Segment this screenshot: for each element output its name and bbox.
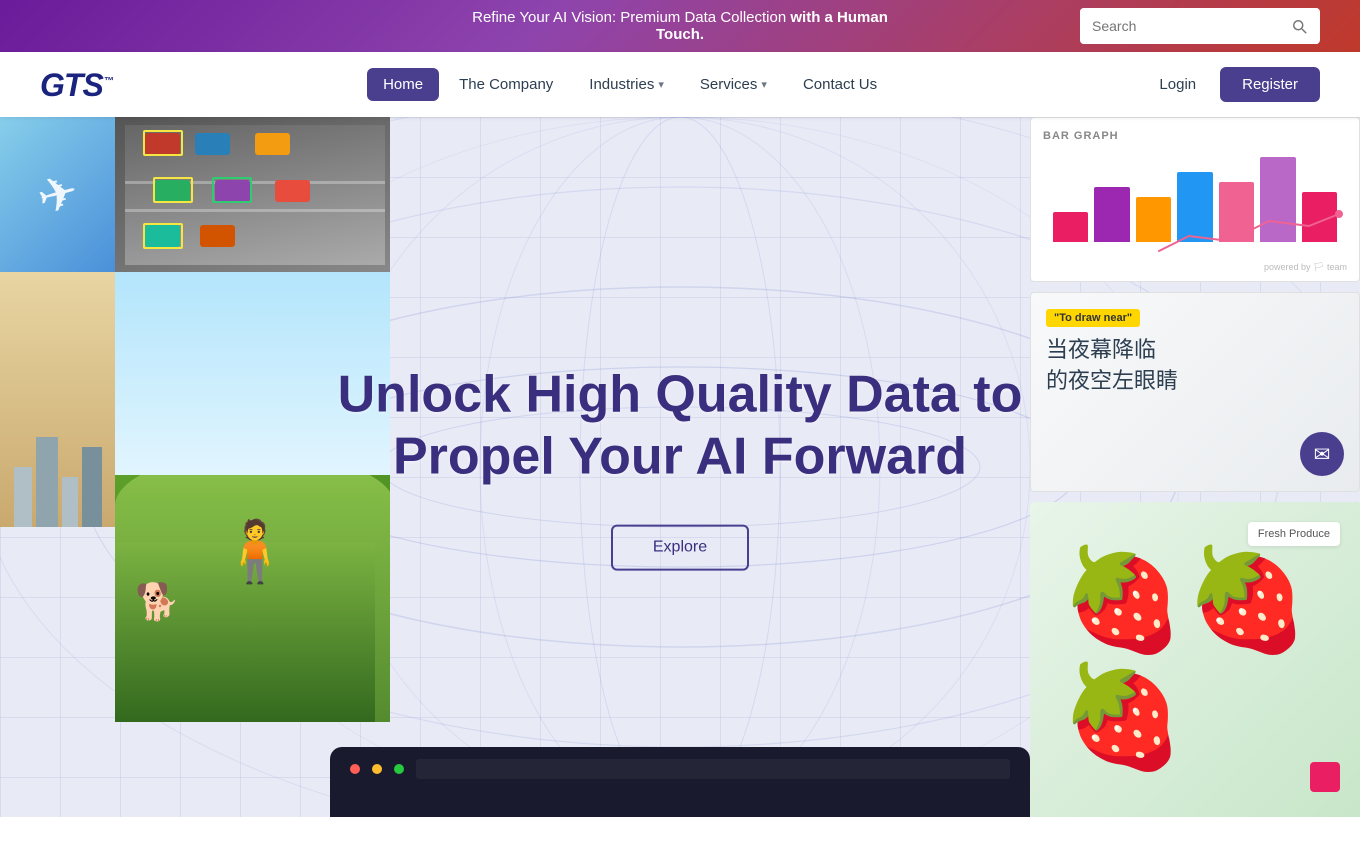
color-chip <box>1310 762 1340 792</box>
dot-yellow <box>372 764 382 774</box>
industries-chevron-icon: ▾ <box>658 78 664 91</box>
strawberry-panel: 🍓🍓🍓 Fresh Produce <box>1030 502 1360 817</box>
search-input[interactable] <box>1080 8 1280 44</box>
airplane-panel: ✈ <box>0 117 115 272</box>
nav-links: Home The Company Industries ▾ Services ▾… <box>367 68 893 101</box>
nav-item-contact-us[interactable]: Contact Us <box>787 68 893 101</box>
register-button[interactable]: Register <box>1220 67 1320 102</box>
dot-green <box>394 764 404 774</box>
dog-outline: 🐕 <box>135 581 180 623</box>
trend-line <box>1149 206 1349 261</box>
chart-panel: BAR GRAPH powered by 🏳 team <box>1030 117 1360 282</box>
nav-item-industries[interactable]: Industries ▾ <box>573 68 680 101</box>
logo-text: GTS™ <box>40 69 113 101</box>
nav-item-home[interactable]: Home <box>367 68 439 101</box>
explore-button[interactable]: Explore <box>611 524 749 570</box>
translation-chinese: 当夜幕降临 的夜空左眼睛 <box>1046 335 1344 397</box>
services-chevron-icon: ▾ <box>761 78 767 91</box>
city-panel <box>0 272 115 527</box>
traffic-panel <box>115 117 390 272</box>
translation-badge: "To draw near" <box>1046 309 1140 327</box>
bottom-strip <box>330 747 1030 817</box>
bottom-strip-inner <box>330 747 1030 791</box>
nav-item-services[interactable]: Services ▾ <box>684 68 783 101</box>
navbar: GTS™ Home The Company Industries ▾ Servi… <box>0 52 1360 117</box>
bar-2 <box>1094 187 1129 242</box>
bar-1 <box>1053 212 1088 242</box>
top-bar-message: Refine Your AI Vision: Premium Data Coll… <box>467 9 894 43</box>
search-button[interactable] <box>1280 8 1318 44</box>
search-container <box>1080 8 1320 44</box>
strip-bar <box>416 759 1010 779</box>
search-icon <box>1290 17 1308 35</box>
top-bar: Refine Your AI Vision: Premium Data Coll… <box>0 0 1360 52</box>
hero-content: Unlock High Quality Data to Propel Your … <box>320 364 1040 571</box>
dot-red <box>350 764 360 774</box>
traffic-scene <box>115 117 390 272</box>
strawberry-icon: 🍓🍓🍓 <box>1060 542 1360 776</box>
logo[interactable]: GTS™ <box>40 69 113 101</box>
strawberry-label: Fresh Produce <box>1248 522 1340 546</box>
right-collage: BAR GRAPH powered by 🏳 team "To draw nea… <box>1030 117 1360 817</box>
logo-tm: ™ <box>104 76 113 87</box>
chat-icon[interactable]: ✉ <box>1300 432 1344 476</box>
hero-section: ✈ <box>0 117 1360 817</box>
nav-auth: Login Register <box>1147 67 1320 102</box>
chart-title: BAR GRAPH <box>1043 130 1347 142</box>
nav-item-the-company[interactable]: The Company <box>443 68 569 101</box>
hero-title: Unlock High Quality Data to Propel Your … <box>320 364 1040 489</box>
powered-by-label: powered by 🏳 team <box>1264 262 1347 273</box>
airplane-icon: ✈ <box>31 162 84 227</box>
login-button[interactable]: Login <box>1147 68 1208 101</box>
translation-panel: "To draw near" 当夜幕降临 的夜空左眼睛 ✉ <box>1030 292 1360 492</box>
